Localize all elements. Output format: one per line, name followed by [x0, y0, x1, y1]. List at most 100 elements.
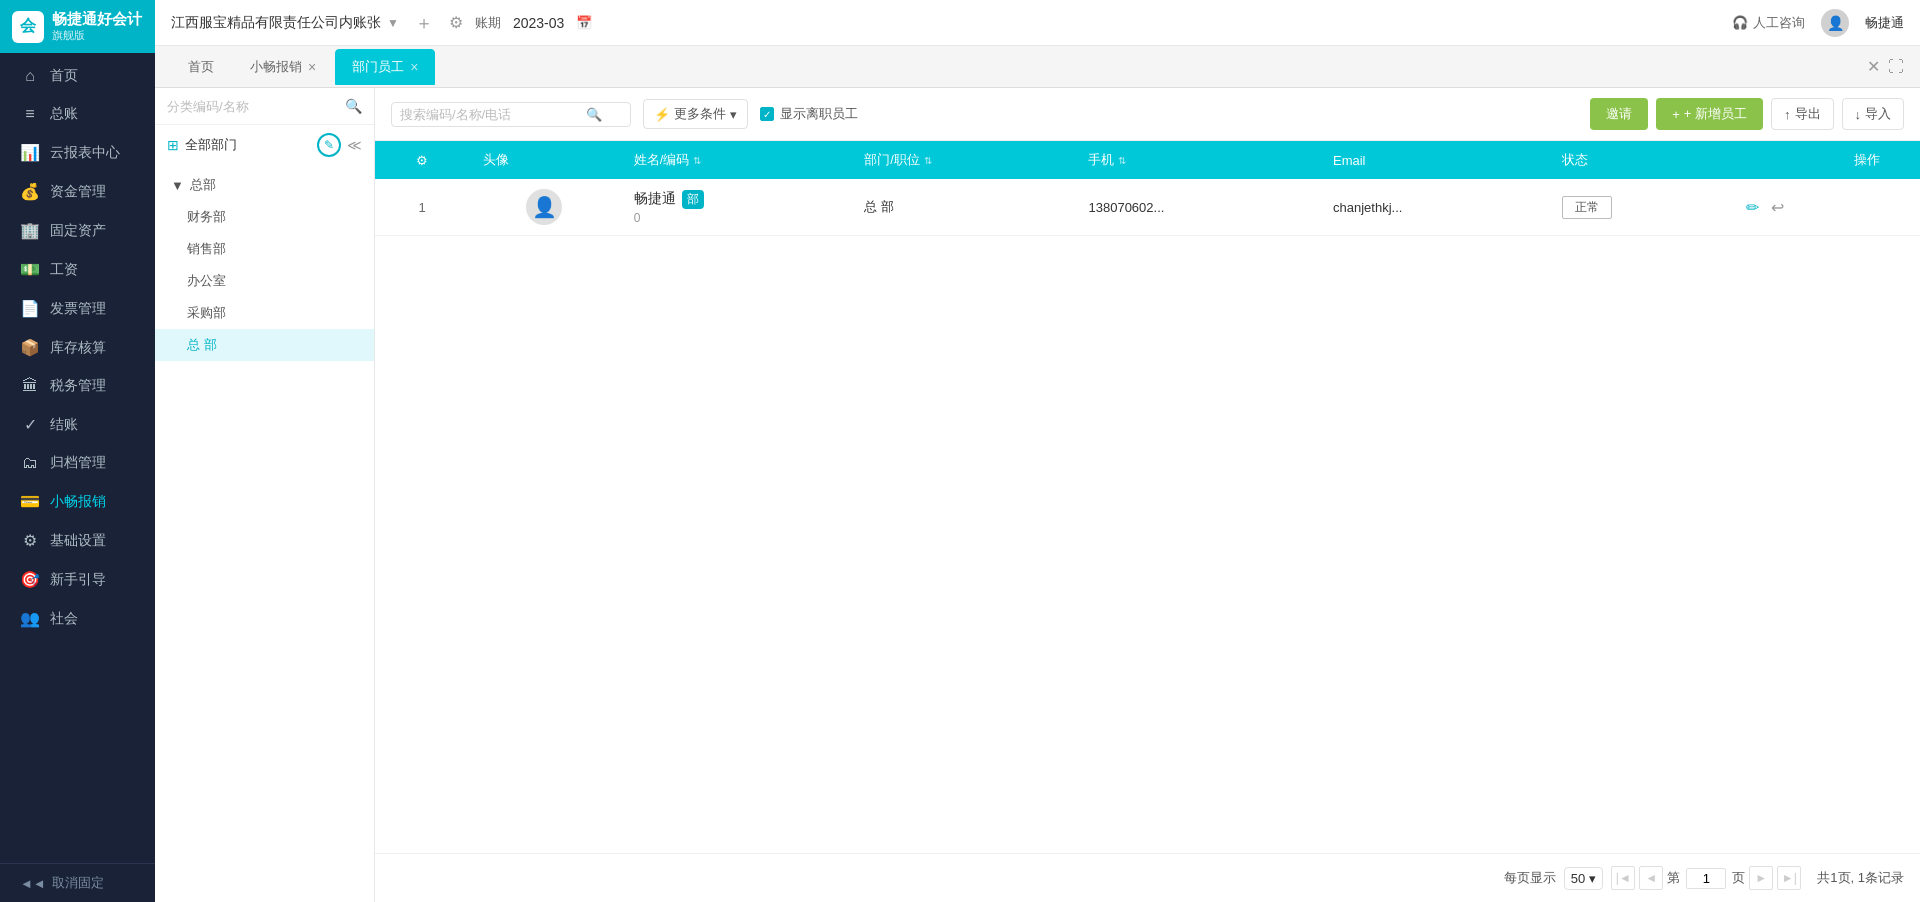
col-avatar: 头像	[469, 141, 620, 179]
sidebar-item-close-account[interactable]: ✓ 结账	[0, 405, 155, 444]
sidebar-item-social[interactable]: 👥 社会	[0, 599, 155, 638]
tab-expand-icon[interactable]: ⛶	[1888, 58, 1904, 76]
sidebar-item-archive[interactable]: 🗂 归档管理	[0, 444, 155, 482]
sidebar-logo[interactable]: 会 畅捷通好会计 旗舰版	[0, 0, 155, 53]
dept-item-general[interactable]: ▼ 总部	[155, 169, 374, 201]
close-account-icon: ✓	[20, 415, 40, 434]
tab-home[interactable]: 首页	[171, 49, 231, 85]
cell-action: ✏ ↩	[1732, 179, 1920, 236]
col-name[interactable]: 姓名/编码 ⇅	[620, 141, 851, 179]
all-dept-label-wrap: ⊞ 全部部门	[167, 136, 237, 154]
dept-item-finance[interactable]: 财务部	[155, 201, 374, 233]
sidebar-item-funds[interactable]: 💰 资金管理	[0, 172, 155, 211]
settings-gear-icon[interactable]: ⚙	[449, 13, 463, 32]
logout-employee-button[interactable]: ↩	[1771, 198, 1784, 217]
support-button[interactable]: 🎧 人工咨询	[1732, 14, 1805, 32]
settings-icon: ⚙	[20, 531, 40, 550]
tab-expense-close-icon[interactable]: ×	[308, 59, 316, 75]
sidebar-item-label: 税务管理	[50, 377, 106, 395]
tab-home-label: 首页	[188, 58, 214, 76]
dept-header-actions: ✎ ≪	[317, 133, 362, 157]
sidebar-item-invoice[interactable]: 📄 发票管理	[0, 289, 155, 328]
export-button[interactable]: ↑ 导出	[1771, 98, 1834, 130]
tab-dept-employee[interactable]: 部门员工 ×	[335, 49, 435, 85]
col-action: 操作	[1732, 141, 1920, 179]
show-resigned-toggle[interactable]: ✓ 显示离职员工	[760, 105, 858, 123]
funds-icon: 💰	[20, 182, 40, 201]
add-employee-button[interactable]: + + 新增员工	[1656, 98, 1763, 130]
dept-sort-icon: ⇅	[924, 155, 932, 166]
col-status: 状态	[1548, 141, 1732, 179]
sidebar-item-settings[interactable]: ⚙ 基础设置	[0, 521, 155, 560]
dept-office-label: 办公室	[187, 273, 226, 288]
next-page-button[interactable]: ►	[1749, 866, 1773, 890]
tax-icon: 🏛	[20, 377, 40, 395]
more-filters-label: 更多条件	[674, 105, 726, 123]
prev-page-button[interactable]: ◄	[1639, 866, 1663, 890]
sidebar-item-expense[interactable]: 💳 小畅报销	[0, 482, 155, 521]
col-name-label: 姓名/编码	[634, 152, 690, 167]
dept-headquarters-label: 总 部	[187, 337, 217, 352]
tabbar: 首页 小畅报销 × 部门员工 × ✕ ⛶	[155, 46, 1920, 88]
dept-item-purchasing[interactable]: 采购部	[155, 297, 374, 329]
sidebar-item-salary[interactable]: 💵 工资	[0, 250, 155, 289]
sidebar-item-tax[interactable]: 🏛 税务管理	[0, 367, 155, 405]
tab-expense[interactable]: 小畅报销 ×	[233, 49, 333, 85]
dept-item-headquarters[interactable]: 总 部	[155, 329, 374, 361]
tab-actions: ✕ ⛶	[1867, 57, 1904, 76]
dept-search-icon[interactable]: 🔍	[345, 98, 362, 114]
sidebar-item-label: 总账	[50, 105, 78, 123]
employee-table: ⚙ 头像 姓名/编码 ⇅ 部门/职位 ⇅ 手机	[375, 141, 1920, 236]
per-page-select[interactable]: 50 ▾	[1564, 867, 1603, 890]
cell-phone: 138070602...	[1074, 179, 1319, 236]
sidebar-item-reports[interactable]: 📊 云报表中心	[0, 133, 155, 172]
dept-item-office[interactable]: 办公室	[155, 265, 374, 297]
sidebar-item-assets[interactable]: 🏢 固定资产	[0, 211, 155, 250]
edit-dept-button[interactable]: ✎	[317, 133, 341, 157]
dept-search-input[interactable]	[167, 99, 339, 114]
tab-dept-close-icon[interactable]: ×	[410, 59, 418, 75]
sidebar-unpin-button[interactable]: ◄◄ 取消固定	[0, 863, 155, 902]
cell-name: 畅捷通 部 0	[620, 179, 851, 236]
company-selector[interactable]: 江西服宝精品有限责任公司内账张 ▼	[171, 14, 399, 32]
user-avatar: 👤	[1821, 9, 1849, 37]
sidebar-item-guide[interactable]: 🎯 新手引导	[0, 560, 155, 599]
tab-close-all-icon[interactable]: ✕	[1867, 57, 1880, 76]
calendar-icon[interactable]: 📅	[576, 15, 592, 30]
sidebar-item-home[interactable]: ⌂ 首页	[0, 57, 155, 95]
topbar-right: 🎧 人工咨询 👤 畅捷通	[1732, 9, 1904, 37]
check-icon: ✓	[763, 109, 771, 120]
sidebar-item-label: 基础设置	[50, 532, 106, 550]
employee-search-icon[interactable]: 🔍	[586, 107, 602, 122]
dept-item-sales[interactable]: 销售部	[155, 233, 374, 265]
filter-icon: ⚡	[654, 107, 670, 122]
col-dept[interactable]: 部门/职位 ⇅	[850, 141, 1074, 179]
resigned-checkbox[interactable]: ✓	[760, 107, 774, 121]
username-label[interactable]: 畅捷通	[1865, 14, 1904, 32]
dept-search-bar: 🔍	[155, 88, 374, 125]
collapse-dept-icon[interactable]: ≪	[347, 137, 362, 153]
first-page-button[interactable]: |◄	[1611, 866, 1635, 890]
dept-tree: ▼ 总部 财务部 销售部 办公室 采购部 总 部	[155, 165, 374, 902]
page-input[interactable]	[1686, 868, 1726, 889]
last-page-button[interactable]: ►|	[1777, 866, 1801, 890]
add-company-button[interactable]: ＋	[411, 11, 437, 35]
name-sort-icon: ⇅	[693, 155, 701, 166]
all-dept-header[interactable]: ⊞ 全部部门 ✎ ≪	[155, 125, 374, 165]
col-phone[interactable]: 手机 ⇅	[1074, 141, 1319, 179]
guide-icon: 🎯	[20, 570, 40, 589]
employee-table-wrap: ⚙ 头像 姓名/编码 ⇅ 部门/职位 ⇅ 手机	[375, 141, 1920, 853]
edit-employee-button[interactable]: ✏	[1746, 198, 1759, 217]
dept-grid-icon: ⊞	[167, 137, 179, 153]
sidebar-item-inventory[interactable]: 📦 库存核算	[0, 328, 155, 367]
import-button[interactable]: ↓ 导入	[1842, 98, 1905, 130]
more-filters-button[interactable]: ⚡ 更多条件 ▾	[643, 99, 748, 129]
sidebar-item-label: 归档管理	[50, 454, 106, 472]
employee-search-input[interactable]	[400, 107, 580, 122]
name-info: 畅捷通 部 0	[634, 190, 704, 225]
col-gear[interactable]: ⚙	[375, 141, 469, 179]
dept-finance-label: 财务部	[187, 209, 226, 224]
invite-button[interactable]: 邀请	[1590, 98, 1648, 130]
sidebar-item-ledger[interactable]: ≡ 总账	[0, 95, 155, 133]
social-icon: 👥	[20, 609, 40, 628]
